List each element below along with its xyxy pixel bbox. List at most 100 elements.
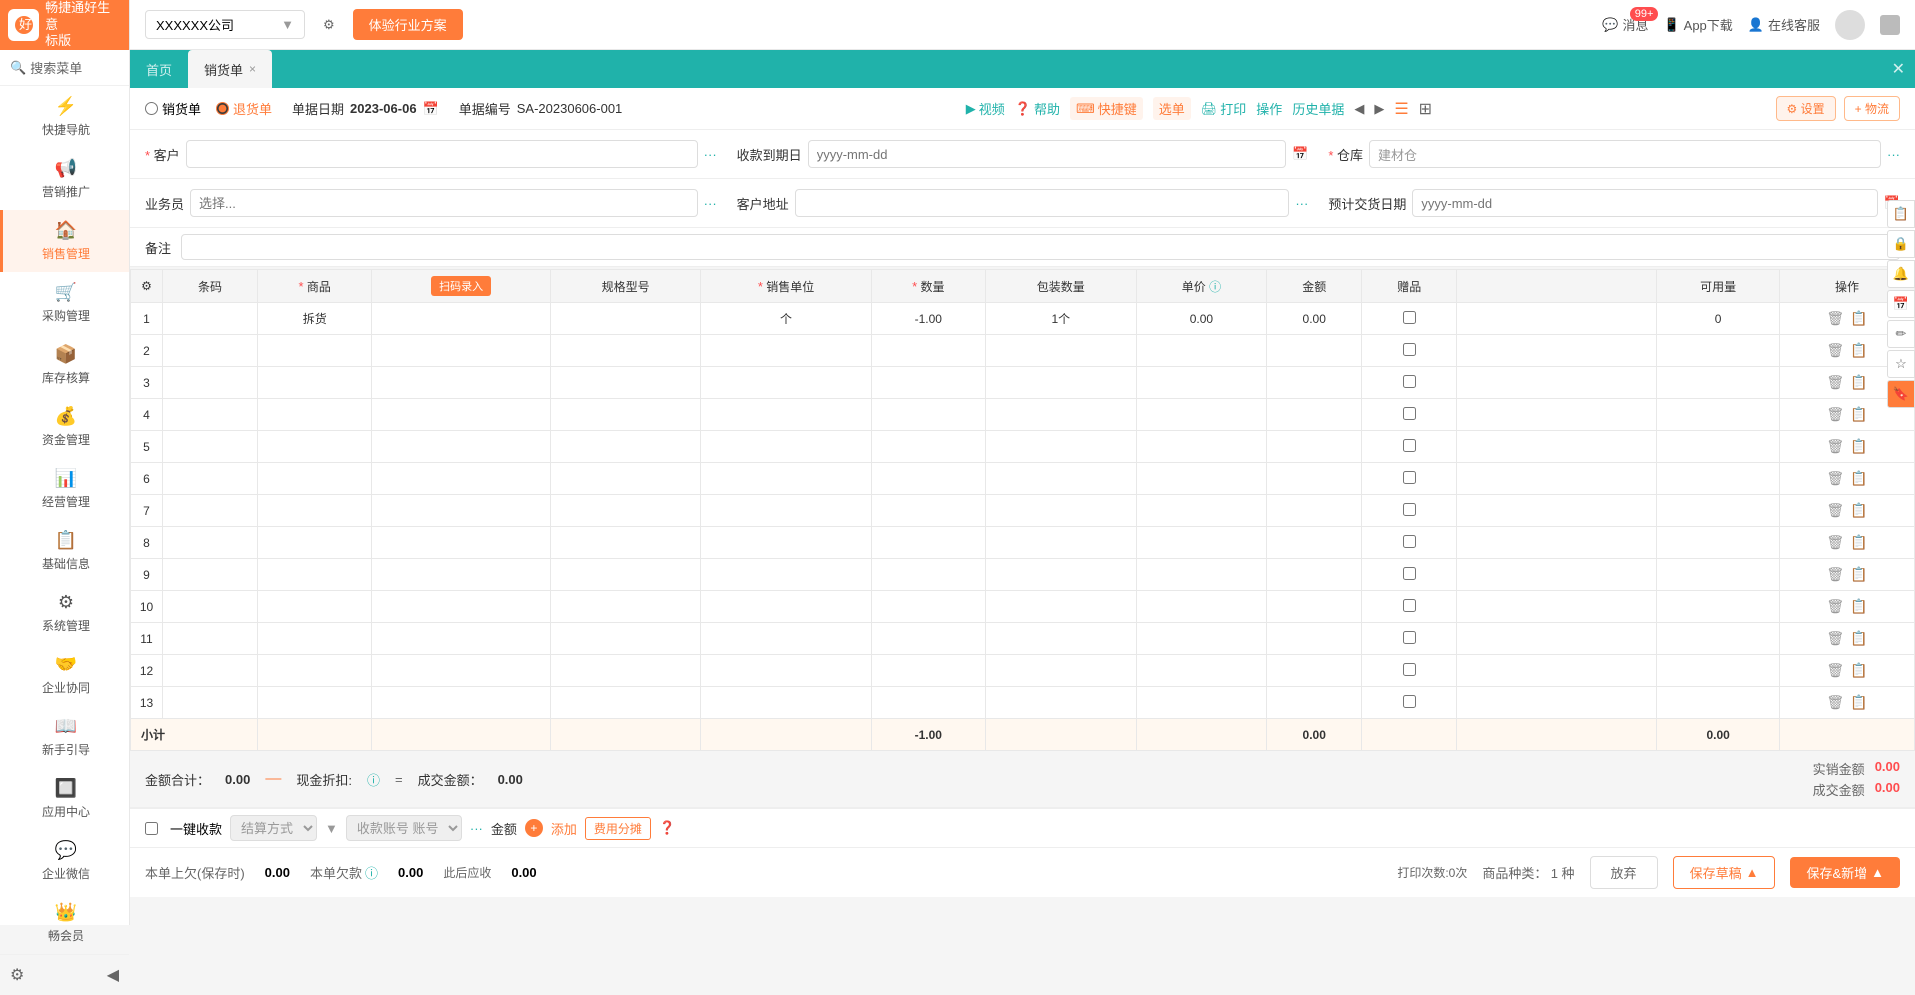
list-view-icon[interactable]: ☰ (1394, 99, 1408, 119)
copy-row-icon[interactable]: 📋 (1850, 534, 1867, 551)
row-quantity[interactable]: -1.00 (871, 303, 985, 335)
message-btn[interactable]: 💬 消息 99+ (1602, 15, 1648, 34)
gift-checkbox[interactable] (1403, 503, 1416, 516)
scan-barcode-button[interactable]: 扫码录入 (431, 276, 491, 296)
sidebar-item-inventory[interactable]: 📦 库存核算 (0, 334, 129, 396)
delete-row-icon[interactable]: 🗑 (1826, 598, 1844, 615)
copy-row-icon[interactable]: 📋 (1850, 438, 1867, 455)
gift-checkbox[interactable] (1403, 695, 1416, 708)
delete-row-icon[interactable]: 🗑 (1826, 566, 1844, 583)
sidebar-item-quick-nav[interactable]: ⚡ 快捷导航 (0, 86, 129, 148)
copy-row-icon[interactable]: 📋 (1850, 694, 1867, 711)
sidebar-item-purchase[interactable]: 🛒 采购管理 (0, 272, 129, 334)
sidebar-settings-icon[interactable]: ⚙ (10, 965, 24, 985)
delete-row-icon[interactable]: 🗑 (1826, 438, 1844, 455)
gift-checkbox[interactable] (1403, 663, 1416, 676)
copy-row-icon[interactable]: 📋 (1850, 502, 1867, 519)
delete-row-icon[interactable]: 🗑 (1826, 694, 1844, 711)
copy-row-icon[interactable]: 📋 (1850, 406, 1867, 423)
collection-date-input[interactable] (808, 140, 1286, 168)
discard-button[interactable]: 放弃 (1590, 856, 1658, 889)
account-more-icon[interactable]: ··· (470, 821, 483, 836)
close-all-tabs-icon[interactable]: ✕ (1892, 59, 1905, 79)
row-unit-price[interactable]: 0.00 (1136, 303, 1267, 335)
grid-view-icon[interactable]: ⊞ (1419, 99, 1432, 119)
radio-sale-input[interactable] (145, 102, 158, 115)
add-payment-button[interactable]: + (525, 819, 543, 837)
app-download-btn[interactable]: 📱 App下载 (1663, 15, 1732, 34)
copy-row-icon[interactable]: 📋 (1850, 630, 1867, 647)
right-float-bookmark[interactable]: 🔖 (1887, 380, 1915, 408)
copy-row-icon[interactable]: 📋 (1850, 598, 1867, 615)
collection-calendar-icon[interactable]: 📅 (1292, 146, 1308, 162)
right-float-star[interactable]: ☆ (1887, 350, 1915, 378)
row-spec[interactable] (550, 303, 701, 335)
gift-checkbox[interactable] (1403, 375, 1416, 388)
user-avatar[interactable] (1835, 10, 1865, 40)
sidebar-item-finance[interactable]: 💰 资金管理 (0, 396, 129, 458)
video-action[interactable]: ▶ 视频 (966, 99, 1005, 118)
shortcut-action[interactable]: ⌨ 快捷键 (1070, 97, 1143, 120)
prev-icon[interactable]: ◀ (1354, 101, 1364, 117)
gift-checkbox[interactable] (1403, 471, 1416, 484)
history-action[interactable]: 历史单据 (1292, 99, 1344, 118)
copy-row-icon[interactable]: 📋 (1850, 662, 1867, 679)
delete-row-icon[interactable]: 🗑 (1826, 470, 1844, 487)
gift-checkbox[interactable] (1403, 631, 1416, 644)
help-action[interactable]: ❓ 帮助 (1015, 99, 1060, 118)
account-select[interactable]: 收款账号 账号 (346, 815, 462, 841)
save-draft-button[interactable]: 保存草稿 ▲ (1673, 856, 1776, 889)
notes-input[interactable] (181, 234, 1900, 260)
copy-row-icon[interactable]: 📋 (1850, 310, 1867, 327)
gift-checkbox[interactable] (1403, 599, 1416, 612)
delete-row-icon[interactable]: 🗑 (1826, 374, 1844, 391)
copy-row-icon[interactable]: 📋 (1850, 374, 1867, 391)
trial-button[interactable]: 体验行业方案 (353, 9, 463, 40)
address-more-icon[interactable]: ··· (1295, 196, 1308, 211)
company-selector[interactable]: XXXXXX公司 ▼ (145, 10, 305, 39)
right-float-edit[interactable]: ✏ (1887, 320, 1915, 348)
payment-method-select[interactable]: 结算方式 (230, 815, 317, 841)
copy-row-icon[interactable]: 📋 (1850, 342, 1867, 359)
delete-row-icon[interactable]: 🗑 (1826, 534, 1844, 551)
customer-more-icon[interactable]: ··· (704, 147, 717, 162)
delivery-date-input[interactable] (1412, 189, 1877, 217)
print-action[interactable]: 🖨 打印 (1201, 99, 1247, 118)
save-new-button[interactable]: 保存&新增 ▲ (1790, 857, 1900, 888)
right-float-bell[interactable]: 🔔 (1887, 260, 1915, 288)
gift-checkbox[interactable] (1403, 407, 1416, 420)
sidebar-item-sales[interactable]: 🏠 销售管理 (0, 210, 129, 272)
col-settings[interactable]: ⚙ (131, 270, 163, 303)
salesperson-input[interactable] (190, 189, 698, 217)
operate-action[interactable]: 操作 (1256, 99, 1282, 118)
copy-row-icon[interactable]: 📋 (1850, 566, 1867, 583)
delete-row-icon[interactable]: 🗑 (1826, 662, 1844, 679)
col-scan[interactable]: 扫码录入 (372, 270, 550, 303)
radio-sale[interactable]: 销货单 (145, 99, 201, 118)
logistics-button[interactable]: + 物流 (1844, 96, 1900, 121)
sidebar-item-enterprise[interactable]: 🤝 企业协同 (0, 644, 129, 706)
next-icon[interactable]: ▶ (1374, 101, 1384, 117)
topbar-settings-btn[interactable]: ⚙ (315, 13, 343, 37)
sidebar-item-wechat[interactable]: 💬 企业微信 (0, 830, 129, 892)
delete-row-icon[interactable]: 🗑 (1826, 406, 1844, 423)
gift-checkbox[interactable] (1403, 535, 1416, 548)
radio-return-input[interactable] (216, 102, 229, 115)
one-click-pay-checkbox[interactable] (145, 822, 158, 835)
copy-row-icon[interactable]: 📋 (1850, 470, 1867, 487)
delete-row-icon[interactable]: 🗑 (1826, 310, 1844, 327)
gift-checkbox[interactable] (1403, 311, 1416, 324)
gift-checkbox[interactable] (1403, 343, 1416, 356)
sidebar-item-member[interactable]: 👑 畅会员 (0, 892, 129, 954)
tab-close-icon[interactable]: × (249, 62, 256, 76)
delete-row-icon[interactable]: 🗑 (1826, 630, 1844, 647)
tab-sales-order[interactable]: 销货单 × (188, 50, 272, 88)
expense-split-button[interactable]: 费用分摊 (585, 817, 651, 840)
delete-row-icon[interactable]: 🗑 (1826, 502, 1844, 519)
sidebar-item-guide[interactable]: 📖 新手引导 (0, 706, 129, 768)
warehouse-input[interactable] (1369, 140, 1881, 168)
delete-row-icon[interactable]: 🗑 (1826, 342, 1844, 359)
customer-input[interactable] (186, 140, 698, 168)
setting-button[interactable]: ⚙ 设置 (1776, 96, 1836, 121)
sidebar-item-basic[interactable]: 📋 基础信息 (0, 520, 129, 582)
